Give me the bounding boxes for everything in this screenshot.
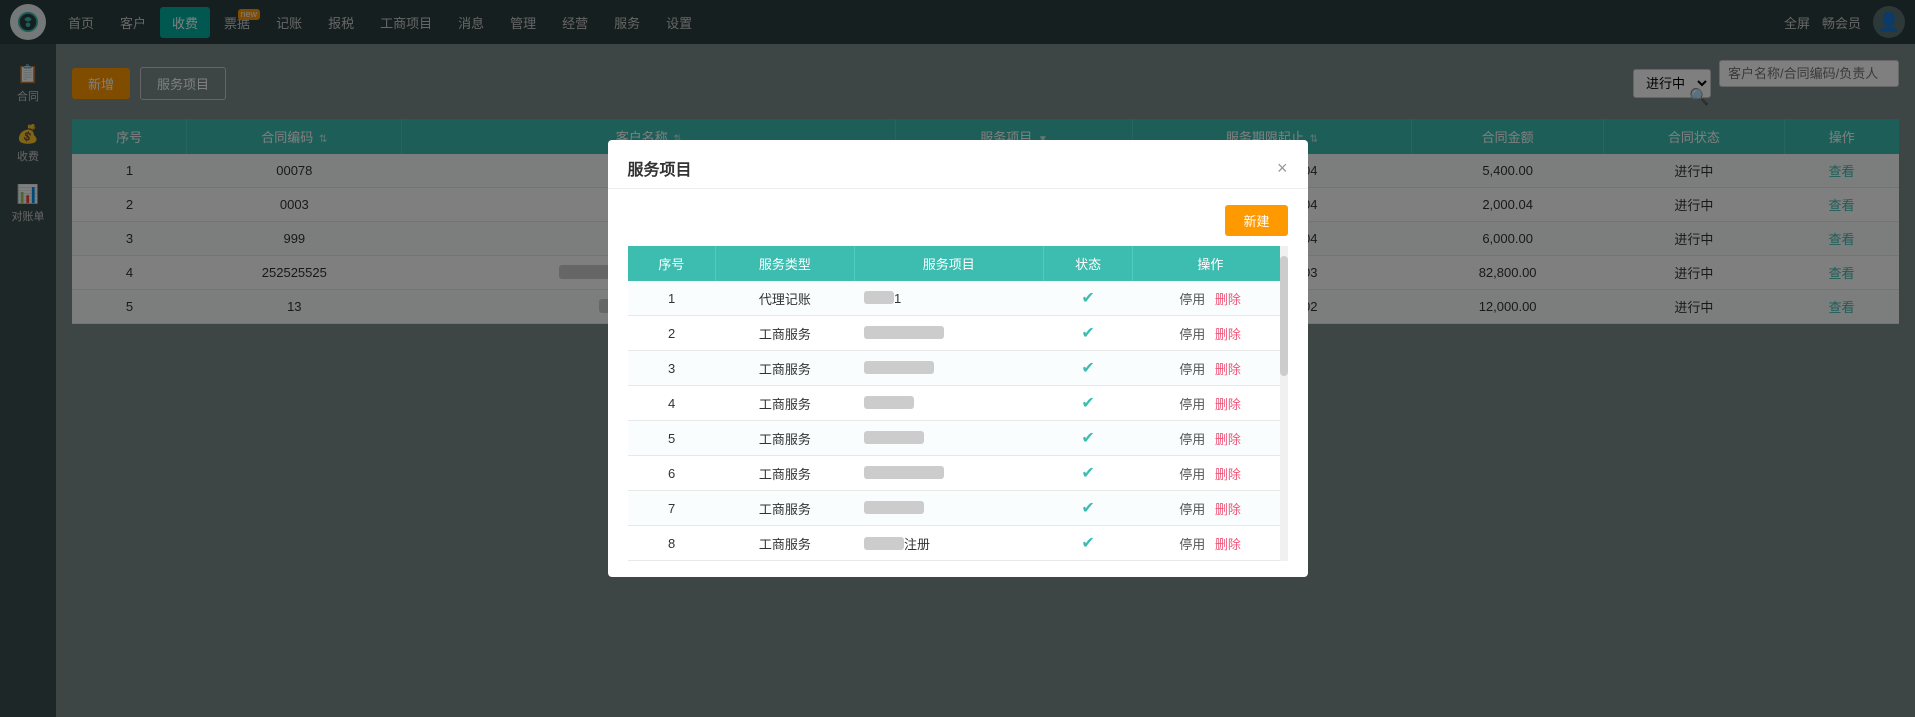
delete-button[interactable]: 删除 bbox=[1215, 327, 1241, 342]
modal-cell-action: 停用 删除 bbox=[1133, 526, 1288, 561]
modal-toolbar: 新建 bbox=[628, 205, 1288, 236]
modal-cell-action: 停用 删除 bbox=[1133, 421, 1288, 456]
scrollbar-thumb[interactable] bbox=[1280, 256, 1288, 376]
delete-button[interactable]: 删除 bbox=[1215, 362, 1241, 377]
status-check-icon: ✔ bbox=[1081, 395, 1094, 412]
modal-th-type: 服务类型 bbox=[716, 246, 854, 281]
modal-cell-item: 注册 bbox=[854, 526, 1044, 561]
modal-cell-seq: 4 bbox=[628, 386, 716, 421]
stop-button[interactable]: 停用 bbox=[1179, 327, 1205, 342]
status-check-icon: ✔ bbox=[1081, 290, 1094, 307]
modal-table-row: 7 工商服务 ✔ 停用 删除 bbox=[628, 491, 1288, 526]
modal-cell-type: 工商服务 bbox=[716, 386, 854, 421]
modal-table-row: 2 工商服务 ✔ 停用 删除 bbox=[628, 316, 1288, 351]
modal-cell-seq: 2 bbox=[628, 316, 716, 351]
modal-header-row: 序号 服务类型 服务项目 状态 操作 bbox=[628, 246, 1288, 281]
delete-button[interactable]: 删除 bbox=[1215, 397, 1241, 412]
modal-cell-item bbox=[854, 351, 1044, 386]
modal-cell-item bbox=[854, 316, 1044, 351]
stop-button[interactable]: 停用 bbox=[1179, 362, 1205, 377]
stop-button[interactable]: 停用 bbox=[1179, 432, 1205, 447]
stop-button[interactable]: 停用 bbox=[1179, 397, 1205, 412]
modal-th-status: 状态 bbox=[1044, 246, 1133, 281]
modal-cell-seq: 1 bbox=[628, 281, 716, 316]
modal-cell-type: 工商服务 bbox=[716, 491, 854, 526]
modal-cell-seq: 3 bbox=[628, 351, 716, 386]
modal-close-button[interactable]: × bbox=[1277, 159, 1288, 177]
delete-button[interactable]: 删除 bbox=[1215, 292, 1241, 307]
modal-header: 服务项目 × bbox=[608, 140, 1308, 189]
modal-cell-type: 工商服务 bbox=[716, 421, 854, 456]
status-check-icon: ✔ bbox=[1081, 325, 1094, 342]
modal-new-button[interactable]: 新建 bbox=[1225, 205, 1287, 236]
delete-button[interactable]: 删除 bbox=[1215, 432, 1241, 447]
modal-cell-action: 停用 删除 bbox=[1133, 316, 1288, 351]
status-check-icon: ✔ bbox=[1081, 465, 1094, 482]
modal-cell-item bbox=[854, 491, 1044, 526]
modal-table-row: 1 代理记账 1 ✔ 停用 删除 bbox=[628, 281, 1288, 316]
modal-table-container[interactable]: 序号 服务类型 服务项目 状态 操作 1 代理记账 1 ✔ 停用 删除 2 工商… bbox=[628, 246, 1288, 561]
modal-cell-seq: 5 bbox=[628, 421, 716, 456]
modal-cell-item bbox=[854, 421, 1044, 456]
modal-cell-type: 工商服务 bbox=[716, 526, 854, 561]
modal-cell-action: 停用 删除 bbox=[1133, 281, 1288, 316]
stop-button[interactable]: 停用 bbox=[1179, 502, 1205, 517]
modal-cell-item bbox=[854, 456, 1044, 491]
modal-cell-type: 工商服务 bbox=[716, 351, 854, 386]
status-check-icon: ✔ bbox=[1081, 535, 1094, 552]
stop-button[interactable]: 停用 bbox=[1179, 537, 1205, 552]
status-check-icon: ✔ bbox=[1081, 500, 1094, 517]
modal-cell-item: 1 bbox=[854, 281, 1044, 316]
modal-cell-action: 停用 删除 bbox=[1133, 491, 1288, 526]
modal-cell-status: ✔ bbox=[1044, 281, 1133, 316]
modal-cell-status: ✔ bbox=[1044, 386, 1133, 421]
modal-cell-type: 工商服务 bbox=[716, 456, 854, 491]
scrollbar-track[interactable] bbox=[1280, 246, 1288, 561]
modal-table-row: 5 工商服务 ✔ 停用 删除 bbox=[628, 421, 1288, 456]
status-check-icon: ✔ bbox=[1081, 360, 1094, 377]
stop-button[interactable]: 停用 bbox=[1179, 467, 1205, 482]
modal-cell-status: ✔ bbox=[1044, 316, 1133, 351]
modal-table-row: 3 工商服务 ✔ 停用 删除 bbox=[628, 351, 1288, 386]
stop-button[interactable]: 停用 bbox=[1179, 292, 1205, 307]
modal-cell-seq: 6 bbox=[628, 456, 716, 491]
modal-cell-item bbox=[854, 386, 1044, 421]
delete-button[interactable]: 删除 bbox=[1215, 502, 1241, 517]
modal-th-seq: 序号 bbox=[628, 246, 716, 281]
modal-table-row: 6 工商服务 ✔ 停用 删除 bbox=[628, 456, 1288, 491]
modal-th-item: 服务项目 bbox=[854, 246, 1044, 281]
modal-cell-status: ✔ bbox=[1044, 526, 1133, 561]
modal-cell-type: 代理记账 bbox=[716, 281, 854, 316]
modal-cell-status: ✔ bbox=[1044, 456, 1133, 491]
modal-cell-action: 停用 删除 bbox=[1133, 386, 1288, 421]
modal-cell-action: 停用 删除 bbox=[1133, 456, 1288, 491]
modal-cell-status: ✔ bbox=[1044, 491, 1133, 526]
delete-button[interactable]: 删除 bbox=[1215, 537, 1241, 552]
modal-table-row: 4 工商服务 ✔ 停用 删除 bbox=[628, 386, 1288, 421]
modal-title: 服务项目 bbox=[628, 156, 692, 180]
modal-service-table: 序号 服务类型 服务项目 状态 操作 1 代理记账 1 ✔ 停用 删除 2 工商… bbox=[628, 246, 1288, 561]
modal-overlay[interactable]: 服务项目 × 新建 序号 服务类型 服务项目 状态 操作 bbox=[0, 0, 1915, 717]
modal-cell-action: 停用 删除 bbox=[1133, 351, 1288, 386]
status-check-icon: ✔ bbox=[1081, 430, 1094, 447]
modal-body: 新建 序号 服务类型 服务项目 状态 操作 1 代理记账 bbox=[608, 189, 1308, 577]
service-item-modal: 服务项目 × 新建 序号 服务类型 服务项目 状态 操作 bbox=[608, 140, 1308, 577]
modal-cell-status: ✔ bbox=[1044, 351, 1133, 386]
modal-cell-seq: 8 bbox=[628, 526, 716, 561]
delete-button[interactable]: 删除 bbox=[1215, 467, 1241, 482]
modal-th-action: 操作 bbox=[1133, 246, 1288, 281]
modal-cell-seq: 7 bbox=[628, 491, 716, 526]
modal-cell-status: ✔ bbox=[1044, 421, 1133, 456]
modal-table-row: 8 工商服务 注册 ✔ 停用 删除 bbox=[628, 526, 1288, 561]
modal-cell-type: 工商服务 bbox=[716, 316, 854, 351]
modal-table-body: 1 代理记账 1 ✔ 停用 删除 2 工商服务 ✔ 停用 删除 3 工商服务 ✔… bbox=[628, 281, 1288, 561]
